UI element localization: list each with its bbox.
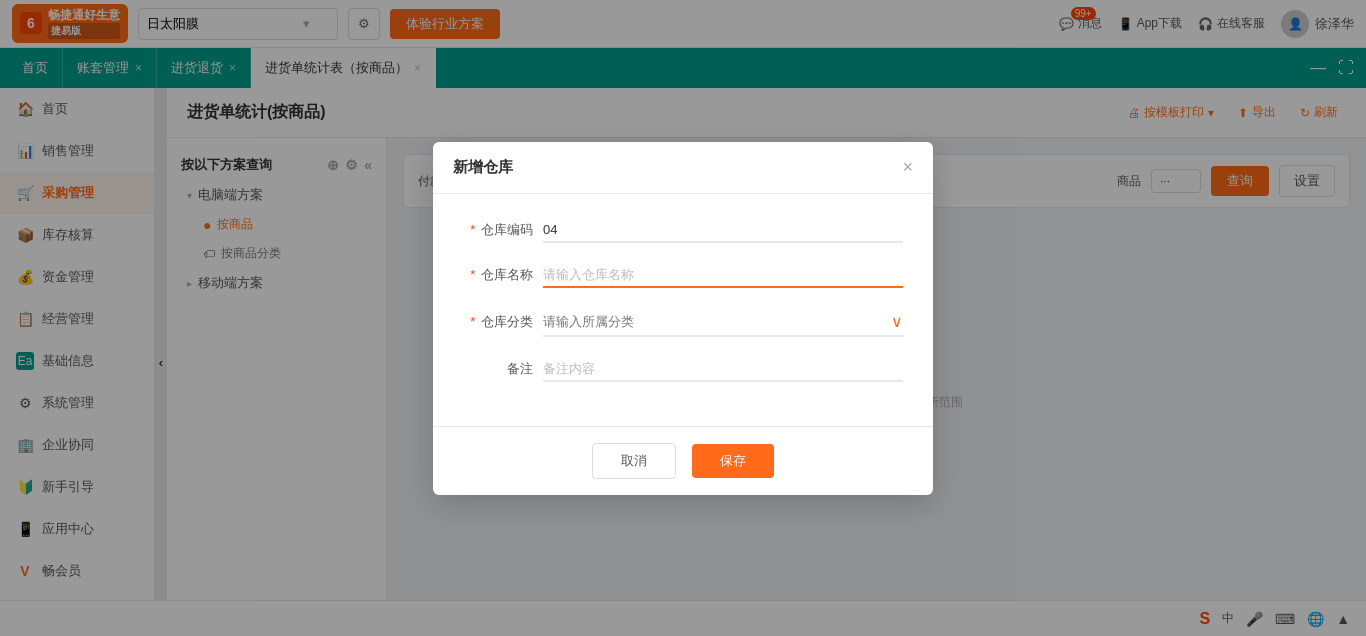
save-button[interactable]: 保存 <box>692 444 774 478</box>
required-star-code: * <box>470 222 475 237</box>
modal-title: 新增仓库 <box>453 158 513 177</box>
modal-close-button[interactable]: × <box>902 158 913 176</box>
form-row-category: * 仓库分类 ∨ <box>463 308 903 337</box>
name-input[interactable] <box>543 263 903 288</box>
form-row-code: * 仓库编码 <box>463 218 903 243</box>
form-row-note: 备注 <box>463 357 903 382</box>
modal-add-warehouse: 新增仓库 × * 仓库编码 * 仓库名称 <box>433 142 933 495</box>
cancel-button[interactable]: 取消 <box>592 443 676 479</box>
category-label: * 仓库分类 <box>463 313 543 331</box>
modal-footer: 取消 保存 <box>433 426 933 495</box>
category-arrow-icon[interactable]: ∨ <box>891 312 903 331</box>
code-input[interactable] <box>543 218 903 243</box>
code-label: * 仓库编码 <box>463 221 543 239</box>
category-select-wrapper: ∨ <box>543 308 903 337</box>
modal-body: * 仓库编码 * 仓库名称 * 仓库分类 <box>433 194 933 426</box>
modal-header: 新增仓库 × <box>433 142 933 194</box>
note-label: 备注 <box>463 360 543 378</box>
note-input[interactable] <box>543 357 903 382</box>
required-star-name: * <box>470 267 475 282</box>
name-label: * 仓库名称 <box>463 266 543 284</box>
required-star-category: * <box>470 314 475 329</box>
form-row-name: * 仓库名称 <box>463 263 903 288</box>
category-input[interactable] <box>543 314 891 329</box>
modal-overlay: 新增仓库 × * 仓库编码 * 仓库名称 <box>0 0 1366 636</box>
